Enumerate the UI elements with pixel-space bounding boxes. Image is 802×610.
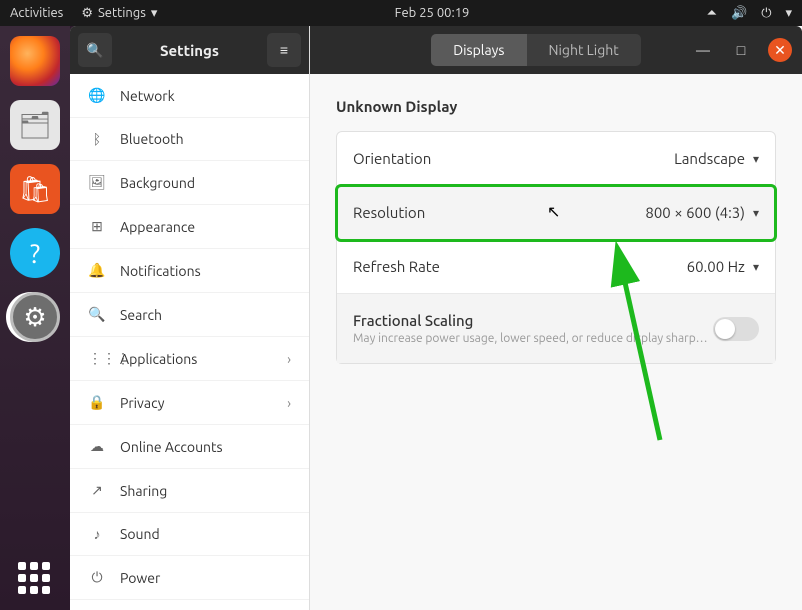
sidebar-item-label: Sound (120, 526, 160, 542)
power-icon: ⏻ (761, 6, 771, 21)
sidebar-item-bluetooth[interactable]: ᛒ Bluetooth (70, 118, 309, 161)
dock-help[interactable]: ? (10, 228, 60, 278)
activities-button[interactable]: Activities (10, 6, 63, 20)
resolution-label: Resolution (353, 204, 645, 221)
sidebar-header: 🔍 Settings ≡ (70, 26, 309, 74)
sidebar-item-appearance[interactable]: ⊞ Appearance (70, 205, 309, 249)
displays-content: Unknown Display Orientation Landscape ▾ … (310, 74, 802, 388)
main-header: Displays Night Light — □ ✕ (310, 26, 802, 74)
sidebar-item-icon: ♪ (88, 526, 106, 542)
sidebar-item-label: Search (120, 307, 162, 323)
gear-icon: ⚙ (81, 6, 93, 21)
window-controls: — □ ✕ (692, 38, 792, 62)
app-menu-button[interactable]: ⚙ Settings ▾ (81, 6, 157, 21)
row-refresh-rate[interactable]: Refresh Rate 60.00 Hz ▾ (337, 240, 775, 294)
sidebar-item-sharing[interactable]: ↗ Sharing (70, 469, 309, 513)
settings-window: 🔍 Settings ≡ 🌐 Network ᛒ Bluetooth 🖼 Bac… (70, 26, 802, 610)
system-top-bar: Activities ⚙ Settings ▾ Feb 25 00:19 ⏶ 🔊… (0, 0, 802, 26)
dock-settings[interactable]: ⚙ (10, 292, 60, 342)
sidebar-item-icon: 🔔 (88, 262, 106, 279)
sidebar-item-label: Notifications (120, 263, 201, 279)
display-settings-rows: Orientation Landscape ▾ Resolution 800 ×… (336, 131, 776, 364)
chevron-down-icon: ▾ (753, 206, 759, 220)
sidebar-item-icon: ⊞ (88, 218, 106, 235)
sidebar-item-online-accounts[interactable]: ☁ Online Accounts (70, 425, 309, 469)
sidebar-item-icon: 🔍 (88, 306, 106, 323)
sidebar-item-sound[interactable]: ♪ Sound (70, 513, 309, 556)
sidebar-item-power[interactable]: ⏻ Power (70, 556, 309, 600)
search-button[interactable]: 🔍 (78, 33, 112, 67)
header-tabs: Displays Night Light (431, 34, 641, 66)
system-status-area[interactable]: ⏶ 🔊 ⏻ ▾ (707, 6, 792, 21)
row-fractional-scaling: Fractional Scaling May increase power us… (337, 294, 775, 363)
orientation-value: Landscape (674, 150, 745, 167)
sidebar-item-icon: 🌐 (88, 87, 106, 104)
dock-files[interactable]: 🗂 (10, 100, 60, 150)
sidebar-item-label: Power (120, 570, 160, 586)
fractional-scaling-toggle[interactable] (713, 317, 759, 341)
show-applications-button[interactable] (18, 562, 52, 596)
chevron-down-icon: ▾ (785, 6, 792, 21)
search-icon: 🔍 (86, 42, 103, 59)
sidebar-item-label: Appearance (120, 219, 195, 235)
fractional-scaling-label: Fractional Scaling (353, 312, 713, 329)
display-name-heading: Unknown Display (336, 98, 776, 115)
sidebar-item-icon: ⏻ (88, 569, 106, 586)
maximize-button[interactable]: □ (730, 39, 752, 61)
clock[interactable]: Feb 25 00:19 (395, 6, 470, 20)
sidebar-item-icon: ⋮⋮⋮ (88, 350, 106, 367)
sidebar-item-label: Online Accounts (120, 439, 223, 455)
orientation-label: Orientation (353, 150, 674, 167)
hamburger-icon: ≡ (280, 42, 288, 58)
sidebar-item-icon: ᛒ (88, 131, 106, 147)
sidebar-item-label: Bluetooth (120, 131, 184, 147)
sidebar-item-label: Network (120, 88, 175, 104)
sidebar: 🔍 Settings ≡ 🌐 Network ᛒ Bluetooth 🖼 Bac… (70, 26, 310, 610)
sidebar-item-icon: 🖼 (88, 174, 106, 191)
refresh-rate-value: 60.00 Hz (687, 258, 745, 275)
dock-software[interactable]: 🛍 (10, 164, 60, 214)
hamburger-menu-button[interactable]: ≡ (267, 33, 301, 67)
tab-night-light[interactable]: Night Light (527, 34, 641, 66)
sidebar-item-background[interactable]: 🖼 Background (70, 161, 309, 205)
network-icon: ⏶ (707, 6, 717, 21)
chevron-down-icon: ▾ (753, 152, 759, 166)
chevron-down-icon: ▾ (151, 6, 158, 21)
sidebar-item-label: Privacy (120, 395, 164, 411)
minimize-button[interactable]: — (692, 39, 714, 61)
sidebar-item-notifications[interactable]: 🔔 Notifications (70, 249, 309, 293)
window-title: Settings (122, 42, 257, 59)
chevron-right-icon: › (287, 395, 291, 411)
sidebar-list: 🌐 Network ᛒ Bluetooth 🖼 Background ⊞ App… (70, 74, 309, 610)
app-menu-label: Settings (98, 6, 146, 20)
tab-displays[interactable]: Displays (431, 34, 526, 66)
sidebar-item-label: Sharing (120, 483, 167, 499)
dock: 🗂 🛍 ? ⚙ (0, 26, 70, 610)
chevron-down-icon: ▾ (753, 260, 759, 274)
dock-firefox[interactable] (10, 36, 60, 86)
refresh-rate-label: Refresh Rate (353, 258, 687, 275)
sidebar-item-label: Background (120, 175, 195, 191)
row-orientation[interactable]: Orientation Landscape ▾ (337, 132, 775, 186)
sidebar-item-icon: ☁ (88, 438, 106, 455)
sidebar-item-privacy[interactable]: 🔒 Privacy › (70, 381, 309, 425)
sidebar-item-network[interactable]: 🌐 Network (70, 74, 309, 118)
close-button[interactable]: ✕ (768, 38, 792, 62)
row-resolution[interactable]: Resolution 800 × 600 (4:3) ▾ ↖ (337, 186, 775, 240)
sidebar-item-search[interactable]: 🔍 Search (70, 293, 309, 337)
sidebar-item-label: Applications (120, 351, 197, 367)
main-panel: Displays Night Light — □ ✕ Unknown Displ… (310, 26, 802, 610)
sidebar-item-icon: 🔒 (88, 394, 106, 411)
sidebar-item-icon: ↗ (88, 482, 106, 499)
volume-icon: 🔊 (731, 6, 747, 21)
sidebar-item-applications[interactable]: ⋮⋮⋮ Applications › (70, 337, 309, 381)
fractional-scaling-sub: May increase power usage, lower speed, o… (353, 332, 713, 345)
resolution-value: 800 × 600 (4:3) (645, 204, 745, 221)
chevron-right-icon: › (287, 351, 291, 367)
